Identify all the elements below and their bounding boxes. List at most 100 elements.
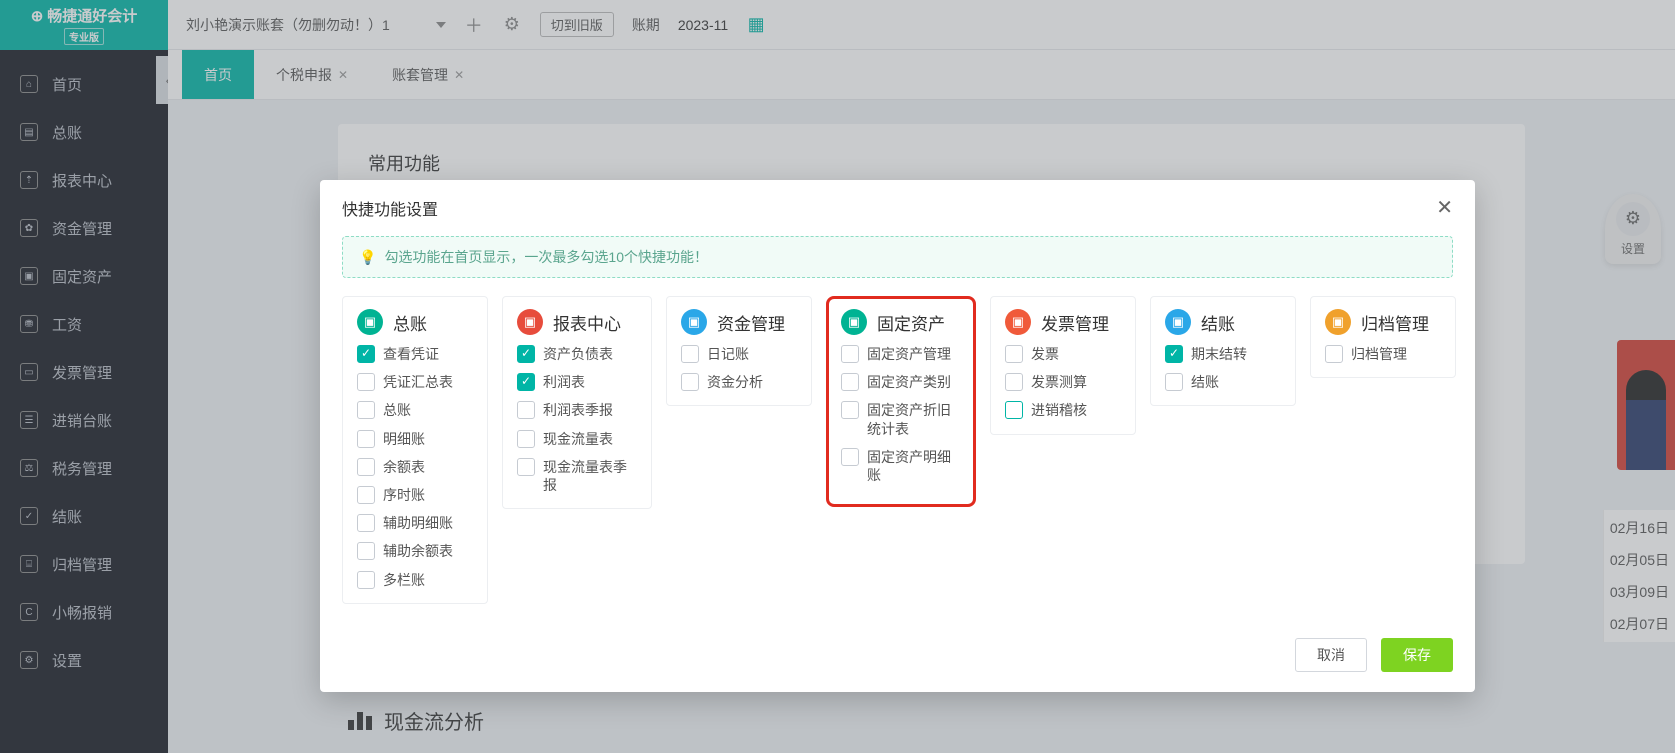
option-item[interactable]: ✓ 资产负债表 xyxy=(517,345,637,363)
option-item[interactable]: 结账 xyxy=(1165,373,1281,391)
option-label: 进销稽核 xyxy=(1031,401,1087,419)
option-item[interactable]: 现金流量表 xyxy=(517,430,637,448)
option-label: 序时账 xyxy=(383,486,425,504)
option-label: 固定资产折旧统计表 xyxy=(867,401,961,437)
group-head: ▣ 结账 xyxy=(1165,309,1281,335)
option-item[interactable]: 现金流量表季报 xyxy=(517,458,637,494)
close-icon[interactable]: ✕ xyxy=(1436,198,1453,218)
checkbox[interactable] xyxy=(357,401,375,419)
option-item[interactable]: 固定资产管理 xyxy=(841,345,961,363)
group-head: ▣ 资金管理 xyxy=(681,309,797,335)
group-card: ▣ 发票管理发票发票测算进销稽核 xyxy=(990,296,1136,435)
option-label: 总账 xyxy=(383,401,411,419)
option-label: 查看凭证 xyxy=(383,345,439,363)
checkbox[interactable]: ✓ xyxy=(517,373,535,391)
checkbox[interactable] xyxy=(357,430,375,448)
option-item[interactable]: ✓期末结转 xyxy=(1165,345,1281,363)
save-button[interactable]: 保存 xyxy=(1381,638,1453,672)
checkbox[interactable] xyxy=(517,430,535,448)
checkbox[interactable] xyxy=(841,345,859,363)
checkbox[interactable]: ✓ xyxy=(357,345,375,363)
option-item[interactable]: 多栏账 xyxy=(357,571,473,589)
group-head: ▣ 报表中心 xyxy=(517,309,637,335)
option-item[interactable]: ✓ 查看凭证 xyxy=(357,345,473,363)
checkbox[interactable] xyxy=(1165,373,1183,391)
group-title: 结账 xyxy=(1201,310,1235,335)
groups-row: ▣总账 ✓ 查看凭证凭证汇总表总账明细账余额表序时账辅助明细账辅助余额表多栏账 ▣ 报表… xyxy=(342,296,1453,604)
group-title: 归档管理 xyxy=(1361,310,1429,335)
checkbox[interactable] xyxy=(841,448,859,466)
option-item[interactable]: ✓ 利润表 xyxy=(517,373,637,391)
option-item[interactable]: 进销稽核 xyxy=(1005,401,1121,419)
lightbulb-icon: 💡 xyxy=(359,249,376,266)
option-label: 资金分析 xyxy=(707,373,763,391)
checkbox[interactable] xyxy=(357,458,375,476)
option-label: 余额表 xyxy=(383,458,425,476)
group-title: 报表中心 xyxy=(553,310,621,335)
option-item[interactable]: 辅助明细账 xyxy=(357,514,473,532)
checkbox[interactable]: ✓ xyxy=(517,345,535,363)
checkbox[interactable] xyxy=(357,373,375,391)
option-item[interactable]: 明细账 xyxy=(357,430,473,448)
option-label: 日记账 xyxy=(707,345,749,363)
group-head: ▣固定资产 xyxy=(841,309,961,335)
group-head: ▣总账 xyxy=(357,309,473,335)
modal-title: 快捷功能设置 xyxy=(342,196,438,220)
option-item[interactable]: 日记账 xyxy=(681,345,797,363)
option-item[interactable]: 序时账 xyxy=(357,486,473,504)
option-item[interactable]: 发票 xyxy=(1005,345,1121,363)
option-item[interactable]: 余额表 xyxy=(357,458,473,476)
quick-function-modal: 快捷功能设置 ✕ 💡 勾选功能在首页显示，一次最多勾选10个快捷功能！ ▣总账✓… xyxy=(320,180,1475,692)
option-label: 固定资产管理 xyxy=(867,345,951,363)
checkbox[interactable] xyxy=(1325,345,1343,363)
group-card: ▣固定资产固定资产管理固定资产类别固定资产折旧统计表固定资产明细账 xyxy=(826,296,976,507)
option-item[interactable]: 固定资产明细账 xyxy=(841,448,961,484)
group-card: ▣结账✓期末结转结账 xyxy=(1150,296,1296,406)
option-item[interactable]: 归档管理 xyxy=(1325,345,1441,363)
group-head: ▣ 发票管理 xyxy=(1005,309,1121,335)
option-label: 辅助余额表 xyxy=(383,542,453,560)
option-label: 固定资产类别 xyxy=(867,373,951,391)
checkbox[interactable] xyxy=(357,486,375,504)
checkbox[interactable] xyxy=(1005,345,1023,363)
checkbox[interactable] xyxy=(1005,401,1023,419)
group-title: 资金管理 xyxy=(717,310,785,335)
option-label: 辅助明细账 xyxy=(383,514,453,532)
checkbox[interactable] xyxy=(357,542,375,560)
option-label: 利润表 xyxy=(543,373,585,391)
option-label: 资产负债表 xyxy=(543,345,613,363)
group-title: 发票管理 xyxy=(1041,310,1109,335)
checkbox[interactable] xyxy=(357,571,375,589)
modal-tip: 💡 勾选功能在首页显示，一次最多勾选10个快捷功能！ xyxy=(342,236,1453,278)
option-item[interactable]: 固定资产折旧统计表 xyxy=(841,401,961,437)
group-icon: ▣ xyxy=(1165,309,1191,335)
option-item[interactable]: 辅助余额表 xyxy=(357,542,473,560)
option-item[interactable]: 利润表季报 xyxy=(517,401,637,419)
option-label: 现金流量表季报 xyxy=(543,458,637,494)
option-item[interactable]: 凭证汇总表 xyxy=(357,373,473,391)
group-card: ▣归档管理归档管理 xyxy=(1310,296,1456,378)
checkbox[interactable] xyxy=(681,373,699,391)
option-item[interactable]: 固定资产类别 xyxy=(841,373,961,391)
group-card: ▣总账 ✓ 查看凭证凭证汇总表总账明细账余额表序时账辅助明细账辅助余额表多栏账 xyxy=(342,296,488,604)
option-label: 归档管理 xyxy=(1351,345,1407,363)
group-icon: ▣ xyxy=(681,309,707,335)
cancel-button[interactable]: 取消 xyxy=(1295,638,1367,672)
checkbox[interactable] xyxy=(841,401,859,419)
group-icon: ▣ xyxy=(357,309,383,335)
option-item[interactable]: 总账 xyxy=(357,401,473,419)
group-icon: ▣ xyxy=(1325,309,1351,335)
checkbox[interactable] xyxy=(517,458,535,476)
group-icon: ▣ xyxy=(517,309,543,335)
checkbox[interactable] xyxy=(681,345,699,363)
option-item[interactable]: 资金分析 xyxy=(681,373,797,391)
checkbox[interactable] xyxy=(841,373,859,391)
checkbox[interactable] xyxy=(1005,373,1023,391)
option-item[interactable]: 发票测算 xyxy=(1005,373,1121,391)
checkbox[interactable] xyxy=(357,514,375,532)
checkbox[interactable] xyxy=(517,401,535,419)
checkbox[interactable]: ✓ xyxy=(1165,345,1183,363)
group-icon: ▣ xyxy=(1005,309,1031,335)
option-label: 发票测算 xyxy=(1031,373,1087,391)
group-head: ▣ 归档管理 xyxy=(1325,309,1441,335)
